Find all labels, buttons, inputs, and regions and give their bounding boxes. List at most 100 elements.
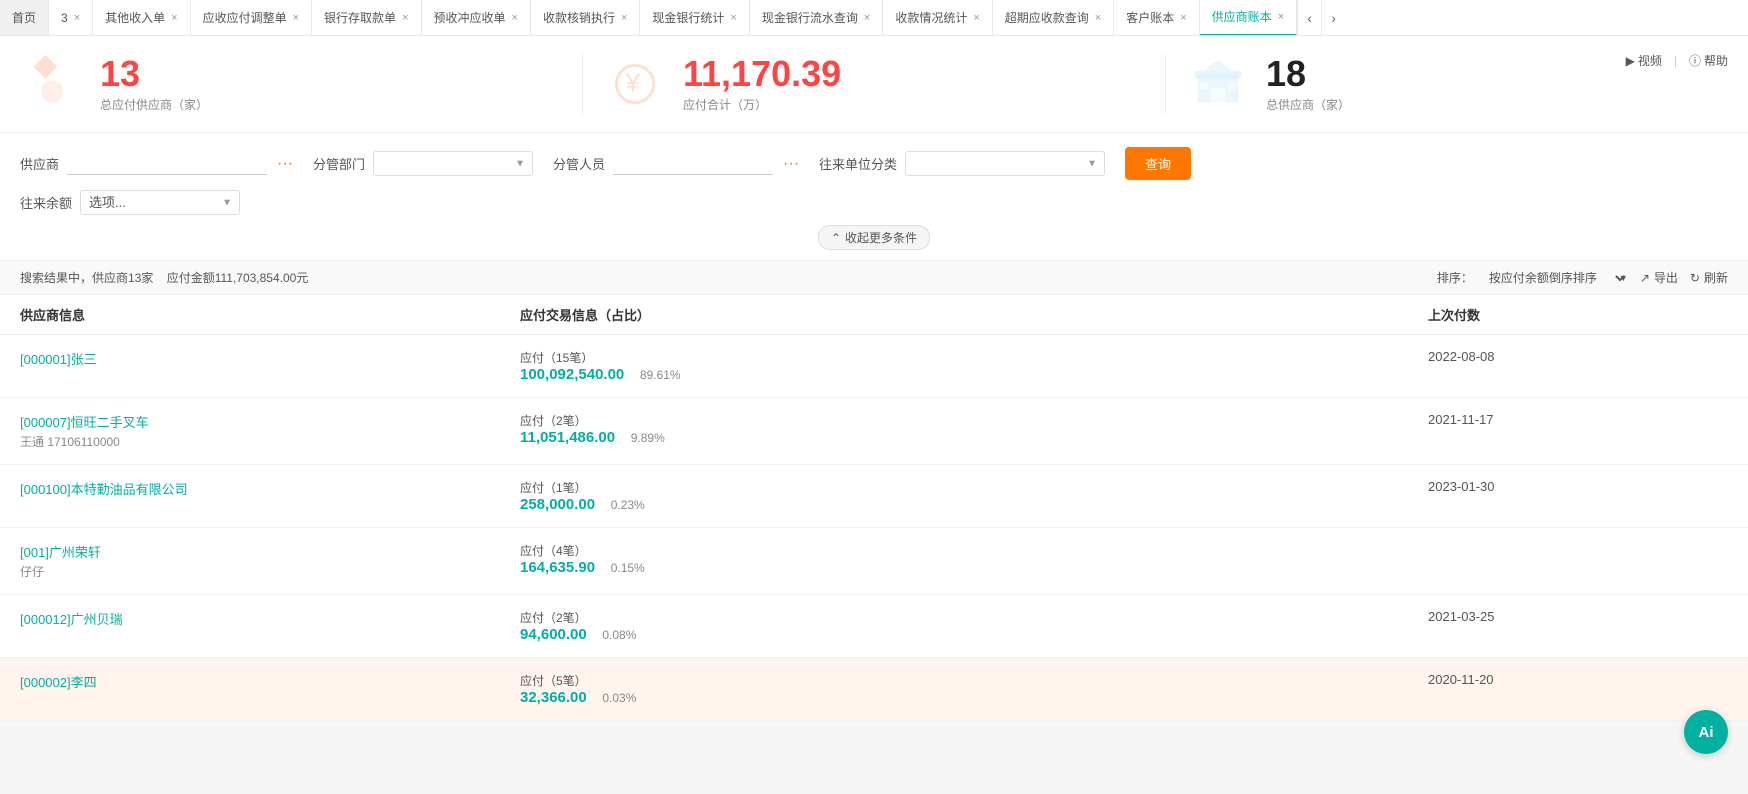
tab-other-income[interactable]: 其他收入单 × <box>93 0 190 36</box>
supplier-sub-4: 仔仔 <box>20 563 520 580</box>
export-button[interactable]: ↗ 导出 <box>1640 269 1678 286</box>
query-button[interactable]: 查询 <box>1125 147 1191 180</box>
supplier-link-4[interactable]: [001]广州荣轩 <box>20 545 101 560</box>
filter-person-label: 分管人员 <box>553 154 605 173</box>
tab-supplier-book-close[interactable]: × <box>1278 11 1284 23</box>
tx-percent-4: 0.15% <box>611 561 645 575</box>
tab-cash-stat-close[interactable]: × <box>730 12 736 24</box>
tab-verify[interactable]: 收款核销执行 × <box>531 0 640 36</box>
tab-bank-label: 银行存取款单 <box>324 9 396 26</box>
supplier-link-5[interactable]: [000012]广州贝瑞 <box>20 612 123 627</box>
tab-cash-flow[interactable]: 现金银行流水查询 × <box>750 0 883 36</box>
tx-amount-5[interactable]: 94,600.00 <box>520 626 587 643</box>
supplier-col-1: [000001]张三 <box>20 349 520 368</box>
tx-amount-6[interactable]: 32,366.00 <box>520 689 587 706</box>
supplier-link-2[interactable]: [000007]恒旺二手叉车 <box>20 415 149 430</box>
tx-label-1: 应付（15笔） <box>520 349 1428 366</box>
help-label: 帮助 <box>1704 52 1728 69</box>
sort-select[interactable]: 按应付余额倒序排序 <box>1485 270 1628 286</box>
payable-amount-icon: ¥ <box>603 52 667 116</box>
home-label: 首页 <box>12 9 36 26</box>
tab-3-label: 3 <box>61 11 68 25</box>
supplier-dots[interactable]: ··· <box>277 155 293 173</box>
last-pay-5: 2021-03-25 <box>1428 609 1495 624</box>
tx-col-3: 应付（1笔） 258,000.00 0.23% <box>520 479 1428 513</box>
collapse-btn-container: ⌃ 收起更多条件 <box>20 225 1728 250</box>
tx-label-5: 应付（2笔） <box>520 609 1428 626</box>
tab-adjust[interactable]: 应收应付调整单 × <box>191 0 312 36</box>
export-icon: ↗ <box>1640 271 1650 285</box>
supplier-link-6[interactable]: [000002]李四 <box>20 675 97 690</box>
tab-3-close[interactable]: × <box>74 12 80 24</box>
total-suppliers-icon <box>1186 52 1250 116</box>
tab-other-income-label: 其他收入单 <box>105 9 165 26</box>
nav-next-arrow[interactable]: › <box>1321 0 1345 36</box>
card-payable-amount: ¥ 11,170.39 应付合计（万） <box>603 52 1145 116</box>
tab-prepay[interactable]: 预收冲应收单 × <box>422 0 531 36</box>
summary-divider-2 <box>1165 54 1166 114</box>
tab-cash-stat[interactable]: 现金银行统计 × <box>640 0 749 36</box>
tab-receipt-stat-label: 收款情况统计 <box>895 9 967 26</box>
tab-prepay-label: 预收冲应收单 <box>434 9 506 26</box>
tx-amount-4[interactable]: 164,635.90 <box>520 559 595 576</box>
result-amount-text: 应付金额111,703,854.00元 <box>167 271 309 285</box>
col-header-tx: 应付交易信息（占比） <box>520 305 1428 324</box>
tab-supplier-book[interactable]: 供应商账本 × <box>1200 0 1297 36</box>
refresh-button[interactable]: ↻ 刷新 <box>1690 269 1728 286</box>
nav-prev-arrow[interactable]: ‹ <box>1297 0 1321 36</box>
tab-customer-book[interactable]: 客户账本 × <box>1114 0 1199 36</box>
tx-percent-2: 9.89% <box>631 431 665 445</box>
collapse-button[interactable]: ⌃ 收起更多条件 <box>818 225 930 250</box>
supplier-link-1[interactable]: [000001]张三 <box>20 352 97 367</box>
tab-3[interactable]: 3 × <box>49 0 93 36</box>
help-link[interactable]: ⓘ 帮助 <box>1689 52 1728 69</box>
tx-percent-1: 89.61% <box>640 368 681 382</box>
last-pay-1: 2022-08-08 <box>1428 349 1495 364</box>
tab-verify-close[interactable]: × <box>621 12 627 24</box>
tab-adjust-close[interactable]: × <box>293 12 299 24</box>
tx-amount-1[interactable]: 100,092,540.00 <box>520 366 624 383</box>
tab-overdue[interactable]: 超期应收款查询 × <box>993 0 1114 36</box>
tab-receipt-stat[interactable]: 收款情况统计 × <box>883 0 992 36</box>
video-link[interactable]: ▶ 视频 <box>1626 52 1662 69</box>
supplier-sub-2: 王通 17106110000 <box>20 433 520 450</box>
tab-bank-close[interactable]: × <box>402 12 408 24</box>
payable-amount-info: 11,170.39 应付合计（万） <box>683 56 841 113</box>
filter-row-1: 供应商 ··· 分管部门 分管人员 ··· 往来单位分类 <box>20 147 1728 180</box>
ai-button[interactable]: Ai <box>1684 710 1728 754</box>
nav-tabs: 首页 3 × 其他收入单 × 应收应付调整单 × 银行存取款单 × 预收冲应收单… <box>0 0 1748 36</box>
tab-bank[interactable]: 银行存取款单 × <box>312 0 421 36</box>
tab-cash-flow-close[interactable]: × <box>864 12 870 24</box>
person-input[interactable] <box>613 153 773 175</box>
supplier-link-3[interactable]: [000100]本特勤油品有限公司 <box>20 482 188 497</box>
tx-amount-2[interactable]: 11,051,486.00 <box>520 429 615 446</box>
total-suppliers-info: 18 总供应商（家） <box>1266 56 1350 113</box>
lastpay-col-1: 2022-08-08 <box>1428 349 1728 364</box>
tx-col-1: 应付（15笔） 100,092,540.00 89.61% <box>520 349 1428 383</box>
sort-label: 排序： <box>1437 269 1473 286</box>
filter-supplier: 供应商 ··· <box>20 153 293 175</box>
category-select[interactable] <box>905 151 1105 176</box>
tx-col-6: 应付（5笔） 32,366.00 0.03% <box>520 672 1428 706</box>
tab-receipt-stat-close[interactable]: × <box>973 12 979 24</box>
card-payable-suppliers: 13 总应付供应商（家） <box>20 52 562 116</box>
supplier-input[interactable] <box>67 153 267 175</box>
tab-other-income-close[interactable]: × <box>171 12 177 24</box>
export-label: 导出 <box>1654 269 1678 286</box>
person-dots[interactable]: ··· <box>783 155 799 173</box>
supplier-col-3: [000100]本特勤油品有限公司 <box>20 479 520 498</box>
tab-home[interactable]: 首页 <box>0 0 49 36</box>
supplier-col-6: [000002]李四 <box>20 672 520 691</box>
table-row: [000100]本特勤油品有限公司 应付（1笔） 258,000.00 0.23… <box>0 465 1748 528</box>
tab-overdue-close[interactable]: × <box>1095 12 1101 24</box>
tab-prepay-close[interactable]: × <box>512 12 518 24</box>
balance-select[interactable]: 选项... <box>80 190 240 215</box>
tab-customer-book-close[interactable]: × <box>1180 12 1186 24</box>
tx-amount-3[interactable]: 258,000.00 <box>520 496 595 513</box>
top-right-links: ▶ 视频 | ⓘ 帮助 <box>1626 52 1728 69</box>
help-icon: ⓘ <box>1689 52 1701 69</box>
dept-select[interactable] <box>373 151 533 176</box>
summary-bar: 13 总应付供应商（家） ¥ 11,170.39 应付合计（万） <box>0 36 1748 133</box>
category-select-wrap <box>905 151 1105 176</box>
supplier-col-2: [000007]恒旺二手叉车 王通 17106110000 <box>20 412 520 450</box>
